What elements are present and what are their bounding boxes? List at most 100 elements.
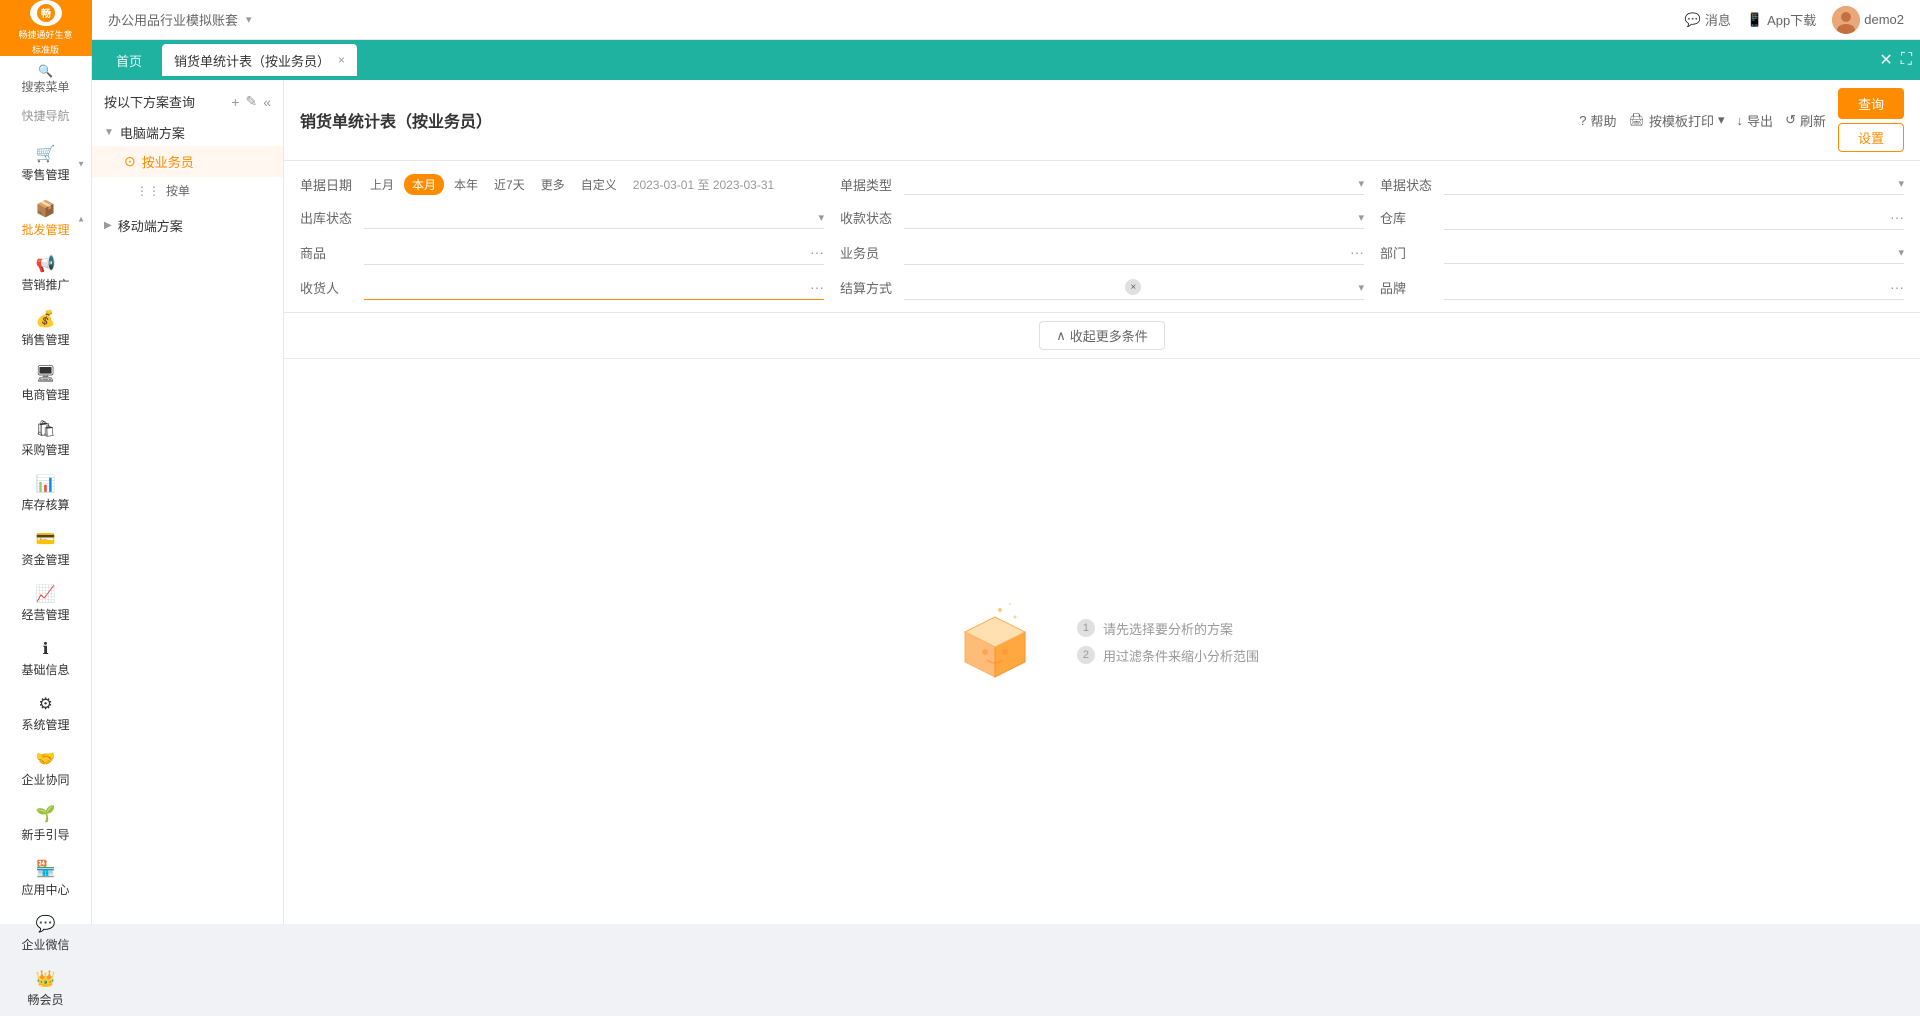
warehouse-control[interactable]: ··· <box>1444 205 1904 230</box>
filter-salesperson: 业务员 ··· <box>840 240 1364 265</box>
date-tab-more[interactable]: 更多 <box>535 174 571 195</box>
outstatus-label: 出库状态 <box>300 208 356 227</box>
sidebar-item-label-purchase: 采购管理 <box>21 443 69 457</box>
scheme-by-salesperson[interactable]: ⊙ 按业务员 <box>92 146 283 177</box>
payment-control[interactable]: × ▾ <box>904 275 1364 300</box>
query-button[interactable]: 查询 <box>1838 88 1904 119</box>
sidebar-item-finance[interactable]: 💳 资金管理 <box>0 521 91 576</box>
sidebar-item-label-sales: 销售管理 <box>21 333 69 347</box>
sidebar-item-basic[interactable]: ℹ 基础信息 <box>0 631 91 686</box>
sidebar-item-newuser[interactable]: 🌱 新手引导 <box>0 796 91 851</box>
tab-sales-stats[interactable]: 销货单统计表（按业务员） × <box>162 44 357 76</box>
collapse-panel-icon[interactable]: « <box>263 94 271 110</box>
filter-area: 单据日期 上月 本月 本年 近7天 更多 自定义 2023-03-01 至 20… <box>284 161 1920 313</box>
sidebar-item-ecommerce[interactable]: 🖥 电商管理 <box>0 356 91 411</box>
scheme-label-order: 按单 <box>166 182 190 199</box>
add-scheme-icon[interactable]: + <box>231 94 239 110</box>
filter-row-3: 商品 ··· 业务员 ··· 部门 <box>300 240 1904 265</box>
sidebar-item-member[interactable]: 👑 畅会员 <box>0 961 91 1016</box>
edit-scheme-icon[interactable]: ✎ <box>245 93 257 110</box>
outstatus-chevron-icon: ▾ <box>818 211 824 224</box>
tip-num-1: 1 <box>1077 619 1095 637</box>
print-button[interactable]: 🖨 按模板打印 ▾ <box>1628 111 1724 130</box>
goods-control[interactable]: ··· <box>364 240 824 265</box>
panel-header-label: 按以下方案查询 <box>104 92 195 111</box>
close-window-icon[interactable]: ✕ <box>1879 50 1892 70</box>
sidebar-item-purchase[interactable]: 🛍 采购管理 <box>0 411 91 466</box>
settings-button[interactable]: 设置 <box>1838 123 1904 152</box>
receiptstatus-control[interactable]: ▾ <box>904 207 1364 229</box>
sidebar-item-system[interactable]: ⚙ 系统管理 <box>0 686 91 741</box>
pc-section-label: 电脑端方案 <box>120 123 185 142</box>
pc-section: ▼ 电脑端方案 ⊙ 按业务员 ⋮⋮ 按单 <box>92 115 283 208</box>
search-menu[interactable]: 🔍 搜索菜单 <box>0 56 91 103</box>
department-control[interactable]: ▾ <box>1444 242 1904 264</box>
salesperson-dots-icon: ··· <box>1350 244 1364 260</box>
app-logo: 畅 畅捷通好生意 标准版 <box>0 0 92 56</box>
empty-box-icon <box>945 592 1045 692</box>
collapse-button[interactable]: ∧ 收起更多条件 <box>1039 321 1165 350</box>
sidebar-item-label-member: 畅会员 <box>27 993 63 1007</box>
sidebar-item-retail[interactable]: 🛒 零售管理 <box>0 136 91 191</box>
user-menu[interactable]: demo2 <box>1832 6 1904 34</box>
outstatus-control[interactable]: ▾ <box>364 207 824 229</box>
app-download-button[interactable]: 📱 App下载 <box>1747 10 1816 29</box>
message-button[interactable]: 💬 消息 <box>1685 10 1731 29</box>
left-panel: 按以下方案查询 + ✎ « ▼ 电脑端方案 ⊙ 按业务员 ⋮⋮ <box>92 80 284 924</box>
phone-icon: 📱 <box>1747 12 1763 28</box>
brand-control[interactable]: ··· <box>1444 275 1904 300</box>
message-icon: 💬 <box>1685 12 1701 28</box>
date-label: 单据日期 <box>300 175 356 194</box>
sales-icon: 💰 <box>0 309 91 329</box>
date-tab-lastmonth[interactable]: 上月 <box>364 174 400 195</box>
date-range-display: 2023-03-01 至 2023-03-31 <box>633 176 774 193</box>
sidebar-item-label-marketing: 营销推广 <box>21 278 69 292</box>
wechat-icon: 💬 <box>0 914 91 934</box>
tab-home[interactable]: 首页 <box>100 40 158 80</box>
search-menu-label: 搜索菜单 <box>0 78 91 95</box>
receiver-control[interactable]: ··· <box>364 275 824 300</box>
mobile-section-title[interactable]: ▶ 移动端方案 <box>92 212 283 239</box>
export-label: 导出 <box>1747 111 1773 130</box>
sidebar-item-sales[interactable]: 💰 销售管理 <box>0 301 91 356</box>
wholesale-icon: 📦 <box>0 199 91 219</box>
brand-dots-icon: ··· <box>1890 279 1904 295</box>
date-tab-thisyear[interactable]: 本年 <box>448 174 484 195</box>
message-label: 消息 <box>1705 10 1731 29</box>
docstatus-chevron-icon: ▾ <box>1898 177 1904 190</box>
help-button[interactable]: ? 帮助 <box>1579 111 1616 130</box>
print-icon: 🖨 <box>1628 112 1645 128</box>
salesperson-control[interactable]: ··· <box>904 240 1364 265</box>
payment-clear-icon[interactable]: × <box>1125 279 1141 295</box>
filter-warehouse: 仓库 ··· <box>1380 205 1904 230</box>
docstatus-control[interactable]: ▾ <box>1444 173 1904 195</box>
ecommerce-icon: 🖥 <box>0 364 91 384</box>
sidebar-item-label-wechat: 企业微信 <box>21 938 69 952</box>
industry-dropdown[interactable]: ▾ <box>246 13 252 26</box>
pc-section-title[interactable]: ▼ 电脑端方案 <box>92 119 283 146</box>
tip-text-2: 用过滤条件来缩小分析范围 <box>1103 646 1259 665</box>
sidebar-item-wholesale[interactable]: 📦 批发管理 <box>0 191 91 246</box>
export-button[interactable]: ↓ 导出 <box>1737 111 1774 130</box>
sidebar-item-enterprise[interactable]: 🤝 企业协同 <box>0 741 91 796</box>
doctype-control[interactable]: ▾ <box>904 173 1364 195</box>
filter-department: 部门 ▾ <box>1380 242 1904 264</box>
sidebar-item-appstore[interactable]: 🏪 应用中心 <box>0 851 91 906</box>
date-tab-thismonth[interactable]: 本月 <box>404 174 444 195</box>
date-tab-custom[interactable]: 自定义 <box>575 174 623 195</box>
scheme-by-order[interactable]: ⋮⋮ 按单 <box>92 177 283 204</box>
sidebar-item-operation[interactable]: 📈 经营管理 <box>0 576 91 631</box>
date-tab-7days[interactable]: 近7天 <box>488 174 531 195</box>
mobile-arrow-icon: ▶ <box>104 220 112 231</box>
sidebar-item-wechat[interactable]: 💬 企业微信 <box>0 906 91 961</box>
maximize-icon[interactable]: ⛶ <box>1901 51 1912 69</box>
tabbar: 首页 销货单统计表（按业务员） × ✕ ⛶ <box>92 40 1920 80</box>
sidebar-item-inventory[interactable]: 📊 库存核算 <box>0 466 91 521</box>
refresh-button[interactable]: ↺ 刷新 <box>1785 111 1826 130</box>
tab-close-icon[interactable]: × <box>338 53 345 67</box>
sidebar-item-marketing[interactable]: 📢 营销推广 <box>0 246 91 301</box>
member-icon: 👑 <box>0 969 91 989</box>
app-download-label: App下载 <box>1767 10 1816 29</box>
sidebar-item-label-wholesale: 批发管理 <box>21 223 69 237</box>
page-header: 销货单统计表（按业务员） ? 帮助 🖨 按模板打印 ▾ ↓ 导出 <box>284 80 1920 161</box>
